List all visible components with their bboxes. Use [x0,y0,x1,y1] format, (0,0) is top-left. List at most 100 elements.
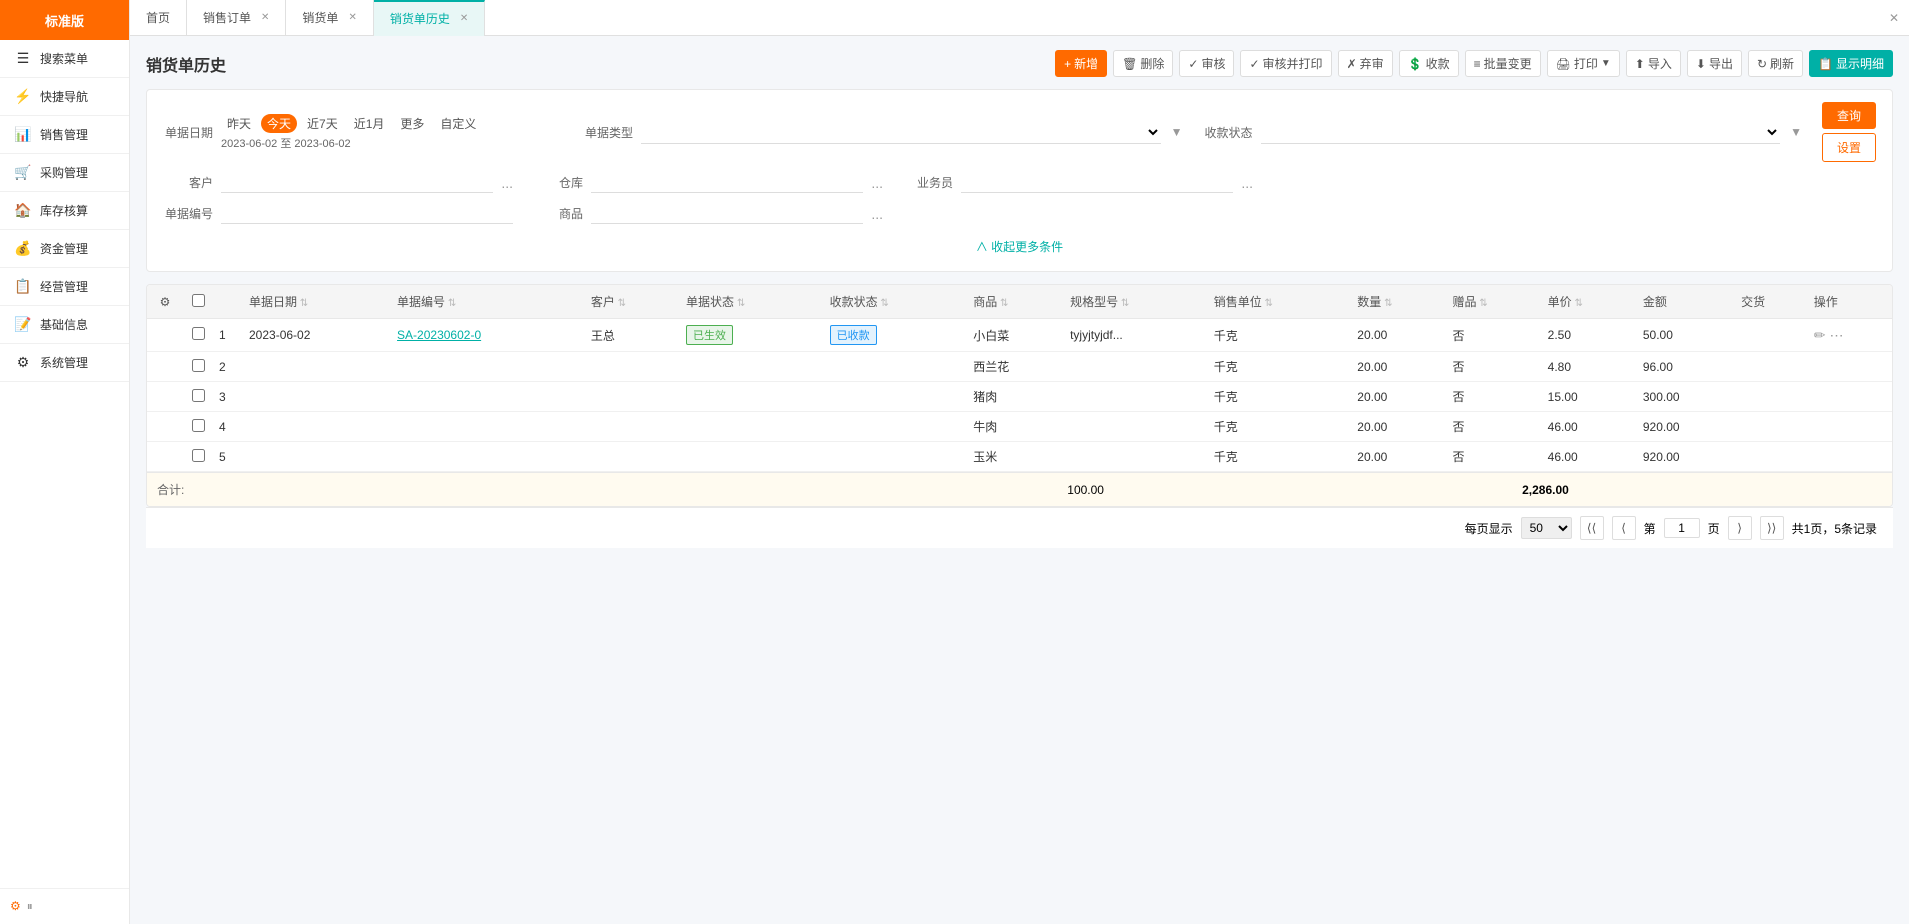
row-checkbox-cell[interactable] [183,352,213,382]
th-settings[interactable]: ⚙ [147,285,183,319]
filter-doc-type-field: 单据类型 ▼ [583,121,1183,144]
window-close-btn[interactable]: ✕ [1879,11,1909,25]
product-label: 商品 [533,205,583,222]
audit-print-button[interactable]: ✓ 审核并打印 [1240,50,1331,77]
per-page-select[interactable]: 50 100 [1521,517,1572,539]
sidebar-item-operations-mgmt[interactable]: 📋 经营管理 [0,268,129,306]
th-unit-price[interactable]: 单价 [1542,285,1637,319]
date-range: 2023-06-02 至 2023-06-02 [221,135,482,151]
edit-icon[interactable]: ✏ [1814,327,1826,344]
show-detail-button[interactable]: 📋 显示明细 [1809,50,1893,77]
sidebar-bottom-icon2[interactable]: ⏸ [27,899,33,914]
more-icon[interactable]: ⋯ [1829,327,1843,344]
tab-sales-history-close[interactable]: ✕ [460,13,468,24]
doc-type-select[interactable] [641,121,1161,144]
product-input[interactable] [591,203,863,224]
salesperson-ellipsis[interactable]: ... [1241,175,1253,191]
tab-home-label: 首页 [146,9,170,26]
date-tag-today[interactable]: 今天 [261,114,297,133]
last-page-btn[interactable]: ⟩⟩ [1760,516,1784,540]
row-checkbox[interactable] [192,419,205,432]
sidebar-item-search-menu[interactable]: ☰ 搜索菜单 [0,40,129,78]
row-delivery [1735,352,1808,382]
date-tag-7days[interactable]: 近7天 [301,114,344,133]
doc-no-label: 单据编号 [163,205,213,222]
sidebar-item-finance-mgmt[interactable]: 💰 资金管理 [0,230,129,268]
row-checkbox-cell[interactable] [183,319,213,352]
sidebar-bottom-icon1[interactable]: ⚙ [10,899,21,914]
abandon-button[interactable]: ✗ 弃审 [1338,50,1393,77]
warehouse-input[interactable] [591,172,863,193]
date-tag-more[interactable]: 更多 [394,114,430,133]
refresh-button[interactable]: ↻ 刷新 [1748,50,1803,77]
date-tag-custom[interactable]: 自定义 [434,114,482,133]
doc-no-link[interactable]: SA-20230602-0 [397,328,481,342]
payment-status-badge: 已收款 [830,325,877,345]
th-quantity[interactable]: 数量 [1351,285,1446,319]
sidebar-item-quick-nav[interactable]: ⚡ 快捷导航 [0,78,129,116]
payment-status-select[interactable] [1261,121,1781,144]
next-page-btn[interactable]: ⟩ [1728,516,1752,540]
th-doc-status[interactable]: 单据状态 [680,285,824,319]
receive-button[interactable]: 💲 收款 [1399,50,1459,77]
th-payment-status[interactable]: 收款状态 [824,285,968,319]
row-checkbox-cell[interactable] [183,412,213,442]
row-checkbox[interactable] [192,327,205,340]
new-button[interactable]: + 新增 [1055,50,1107,77]
date-tag-yesterday[interactable]: 昨天 [221,114,257,133]
th-checkbox[interactable] [183,285,213,319]
tab-sales-history[interactable]: 销货单历史 ✕ [374,0,485,36]
product-ellipsis[interactable]: ... [871,206,883,222]
sidebar-item-sys-mgmt[interactable]: ⚙ 系统管理 [0,344,129,382]
row-no: 4 [213,412,243,442]
warehouse-ellipsis[interactable]: ... [871,175,883,191]
row-checkbox-cell[interactable] [183,442,213,472]
th-doc-no[interactable]: 单据编号 [391,285,585,319]
tab-sales-goods-close[interactable]: ✕ [348,12,356,23]
tab-sales-order-close[interactable]: ✕ [261,12,269,23]
tab-home[interactable]: 首页 [130,0,187,36]
export-button[interactable]: ⬇ 导出 [1687,50,1742,77]
row-doc-no[interactable]: SA-20230602-0 [391,319,585,352]
th-gift[interactable]: 赠品 [1446,285,1541,319]
print-button[interactable]: 🖨 打印 ▼ [1547,50,1620,77]
th-product[interactable]: 商品 [967,285,1064,319]
batch-change-button[interactable]: ≡ 批量变更 [1465,50,1541,77]
import-button[interactable]: ⬆ 导入 [1626,50,1681,77]
row-checkbox-cell[interactable] [183,382,213,412]
salesperson-input[interactable] [961,172,1233,193]
table-row: 3 猪肉 千克 20.00 否 15.00 300.00 [147,382,1892,412]
collapse-button[interactable]: ∧ 收起更多条件 [163,234,1876,259]
settings-button[interactable]: 设置 [1822,133,1876,162]
th-unit[interactable]: 销售单位 [1208,285,1352,319]
row-action [1808,352,1892,382]
row-unit-price: 46.00 [1542,412,1637,442]
select-all-checkbox[interactable] [192,294,205,307]
first-page-btn[interactable]: ⟨⟨ [1580,516,1604,540]
row-checkbox[interactable] [192,359,205,372]
page-number-input[interactable] [1664,518,1700,538]
audit-button[interactable]: ✓ 审核 [1179,50,1234,77]
sidebar-item-purchase-mgmt[interactable]: 🛒 采购管理 [0,154,129,192]
row-checkbox[interactable] [192,449,205,462]
customer-ellipsis[interactable]: ... [501,175,513,191]
query-button[interactable]: 查询 [1822,102,1876,129]
filter-product-field: 商品 ... [533,203,883,224]
tab-sales-goods[interactable]: 销货单 ✕ [286,0,373,36]
customer-input[interactable] [221,172,493,193]
date-tags-container: 昨天 今天 近7天 近1月 更多 自定义 2023-06-02 至 2023-0… [221,114,482,151]
prev-page-btn[interactable]: ⟨ [1612,516,1636,540]
th-spec[interactable]: 规格型号 [1064,285,1208,319]
tab-sales-order[interactable]: 销售订单 ✕ [187,0,286,36]
th-doc-date[interactable]: 单据日期 [243,285,391,319]
sidebar-item-basic-info[interactable]: 📝 基础信息 [0,306,129,344]
row-checkbox[interactable] [192,389,205,402]
row-gift: 否 [1446,382,1541,412]
date-tag-1month[interactable]: 近1月 [348,114,391,133]
th-customer[interactable]: 客户 [585,285,680,319]
sidebar-item-sales-mgmt[interactable]: 📊 销售管理 [0,116,129,154]
doc-no-input[interactable] [221,203,513,224]
collapse-label: 收起更多条件 [991,240,1063,254]
sidebar-item-inventory[interactable]: 🏠 库存核算 [0,192,129,230]
delete-button[interactable]: 🗑 删除 [1113,50,1173,77]
